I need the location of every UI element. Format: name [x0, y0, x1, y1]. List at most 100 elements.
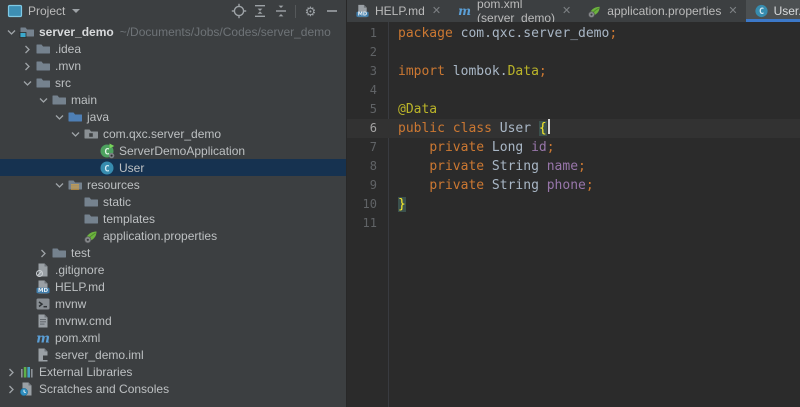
line-number[interactable]: 5 — [347, 100, 381, 119]
line-number[interactable]: 7 — [347, 138, 381, 157]
source-folder-icon — [67, 109, 83, 125]
chevron-expanded-icon[interactable] — [20, 77, 34, 89]
code-line[interactable]: 7 private Long id; — [347, 138, 800, 157]
chevron-collapsed-icon[interactable] — [4, 383, 18, 395]
tree-item-test[interactable]: test — [0, 244, 346, 261]
editor-tab-application-properties[interactable]: application.properties ✕ — [579, 0, 745, 22]
markdown-file-icon: MD — [35, 279, 51, 295]
tree-item-label: templates — [103, 211, 156, 226]
token-keyword: import — [398, 64, 445, 79]
line-number[interactable]: 9 — [347, 176, 381, 195]
tree-item-label: External Libraries — [39, 364, 133, 379]
tree-item-label: server_demo — [39, 24, 114, 39]
token-brace: { — [538, 121, 547, 136]
chevron-down-icon[interactable] — [72, 9, 81, 13]
tree-item-scratches-and-consoles[interactable]: Scratches and Consoles — [0, 380, 346, 397]
line-number[interactable]: 10 — [347, 195, 381, 214]
maven-file-icon: m — [457, 4, 472, 19]
code-line-content: import lombok.Data; — [381, 62, 800, 81]
code-line[interactable]: 3 import lombok.Data; — [347, 62, 800, 81]
tree-item-server-demo-iml[interactable]: server_demo.iml — [0, 346, 346, 363]
ignore-file-icon — [35, 262, 51, 278]
editor-tab-user-java[interactable]: CUser.java✕ — [745, 0, 800, 22]
code-line[interactable]: 10} — [347, 195, 800, 214]
tree-item-resources[interactable]: resources — [0, 176, 346, 193]
shell-file-icon — [35, 296, 51, 312]
tree-item-mvnw[interactable]: mvnw — [0, 295, 346, 312]
tree-item-com-qxc-server-demo[interactable]: com.qxc.server_demo — [0, 125, 346, 142]
line-number[interactable]: 8 — [347, 157, 381, 176]
chevron-expanded-icon[interactable] — [52, 111, 66, 123]
line-number[interactable]: 3 — [347, 62, 381, 81]
tree-item-templates[interactable]: templates — [0, 210, 346, 227]
tree-item-serverdemoapplication[interactable]: C ServerDemoApplication — [0, 142, 346, 159]
project-folder-icon — [19, 24, 35, 40]
editor-tab-pom-xml-server-demo-[interactable]: m pom.xml (server_demo) ✕ — [449, 0, 579, 22]
tree-item-mvnw-cmd[interactable]: mvnw.cmd — [0, 312, 346, 329]
tree-item-label: mvnw.cmd — [55, 313, 112, 328]
tree-item-label: resources — [87, 177, 140, 192]
chevron-collapsed-icon[interactable] — [20, 43, 34, 55]
svg-text:MD: MD — [38, 288, 48, 294]
folder-icon — [35, 41, 51, 57]
tree-item-main[interactable]: main — [0, 91, 346, 108]
spring-config-icon — [587, 4, 602, 19]
collapse-all-icon[interactable] — [270, 1, 291, 21]
code-line[interactable]: 6 public class User { — [347, 119, 800, 138]
line-number[interactable]: 2 — [347, 43, 381, 62]
code-line[interactable]: 9 private String phone; — [347, 176, 800, 195]
tree-item--gitignore[interactable]: .gitignore — [0, 261, 346, 278]
panel-title[interactable]: Project — [28, 4, 65, 18]
chevron-collapsed-icon[interactable] — [20, 60, 34, 72]
tree-item-static[interactable]: static — [0, 193, 346, 210]
code-line-content: private String name; — [381, 157, 800, 176]
tree-item-label: .mvn — [55, 58, 82, 73]
scratches-icon — [19, 381, 35, 397]
editor-area: MD HELP.md ✕ m pom.xml (server_demo) ✕ applica… — [347, 0, 800, 407]
token-semi: ; — [609, 26, 618, 41]
tree-item--mvn[interactable]: .mvn — [0, 57, 346, 74]
hide-icon[interactable] — [321, 1, 342, 21]
tree-item-external-libraries[interactable]: External Libraries — [0, 363, 346, 380]
tree-item-src[interactable]: src — [0, 74, 346, 91]
line-number[interactable]: 11 — [347, 214, 381, 233]
springboot-class-icon: C — [99, 143, 115, 159]
close-icon[interactable]: ✕ — [728, 5, 737, 17]
tree-item-help-md[interactable]: MD HELP.md — [0, 278, 346, 295]
code-line[interactable]: 4 — [347, 81, 800, 100]
chevron-collapsed-icon[interactable] — [4, 366, 18, 378]
chevron-collapsed-icon[interactable] — [36, 247, 50, 259]
code-line[interactable]: 5 @Data — [347, 100, 800, 119]
tree-item-server-demo[interactable]: server_demo ~/Documents/Jobs/Codes/server… — [0, 23, 346, 40]
code-line[interactable]: 2 — [347, 43, 800, 62]
editor-tab-bar: MD HELP.md ✕ m pom.xml (server_demo) ✕ applica… — [347, 0, 800, 22]
chevron-expanded-icon[interactable] — [4, 26, 18, 38]
locate-icon[interactable] — [228, 1, 249, 21]
chevron-expanded-icon[interactable] — [68, 128, 82, 140]
tree-item-java[interactable]: java — [0, 108, 346, 125]
line-number[interactable]: 6 — [347, 119, 381, 138]
chevron-expanded-icon[interactable] — [36, 94, 50, 106]
close-icon[interactable]: ✕ — [432, 5, 441, 17]
code-editor[interactable]: 1 package com.qxc.server_demo; 2 3 import lo… — [347, 22, 800, 407]
token-annotation: Data — [507, 64, 539, 79]
tree-item-application-properties[interactable]: application.properties — [0, 227, 346, 244]
chevron-expanded-icon[interactable] — [52, 179, 66, 191]
code-line-content — [381, 214, 800, 233]
settings-icon[interactable]: ⚙ — [300, 1, 321, 21]
editor-tab-help-md[interactable]: MD HELP.md ✕ — [347, 0, 449, 22]
code-line[interactable]: 1 package com.qxc.server_demo; — [347, 24, 800, 43]
line-number[interactable]: 1 — [347, 24, 381, 43]
java-class-icon: C — [754, 4, 769, 19]
line-number[interactable]: 4 — [347, 81, 381, 100]
code-line-content — [381, 81, 800, 100]
close-icon[interactable]: ✕ — [562, 5, 571, 17]
tree-item-label: ServerDemoApplication — [119, 143, 246, 158]
expand-all-icon[interactable] — [249, 1, 270, 21]
code-line[interactable]: 11 — [347, 214, 800, 233]
tree-item-pom-xml[interactable]: m pom.xml — [0, 329, 346, 346]
tree-item-user[interactable]: C User — [0, 159, 346, 176]
tree-item--idea[interactable]: .idea — [0, 40, 346, 57]
code-line[interactable]: 8 private String name; — [347, 157, 800, 176]
